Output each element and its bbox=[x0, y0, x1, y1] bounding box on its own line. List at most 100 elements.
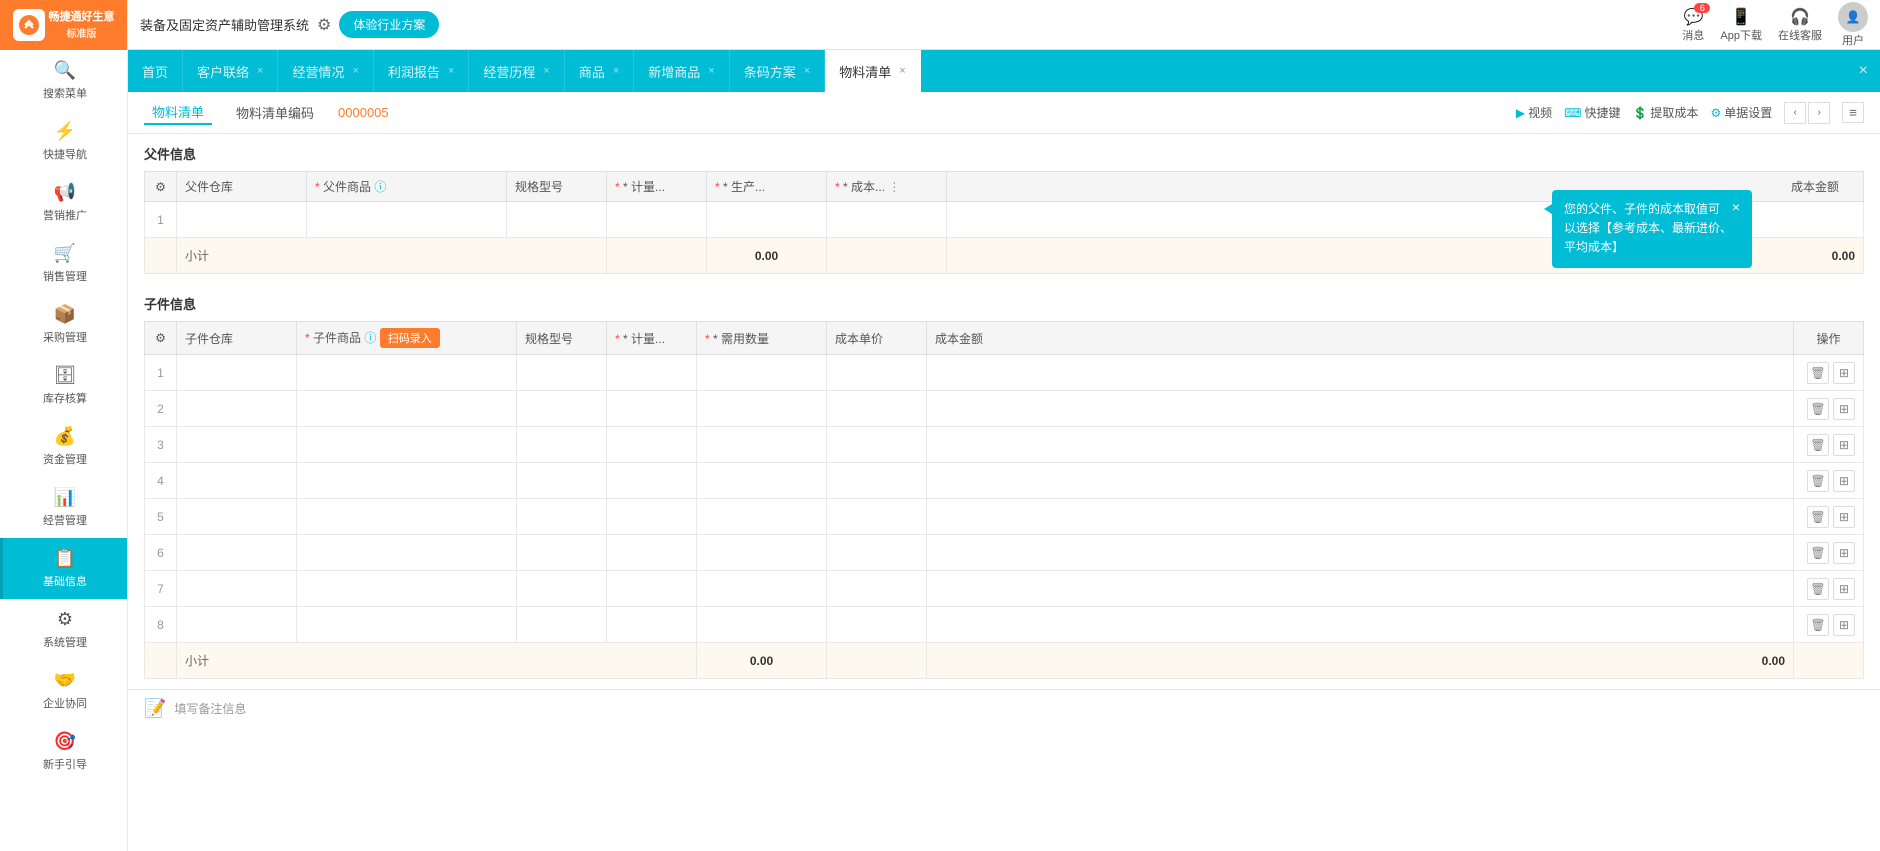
child-warehouse-cell-5[interactable] bbox=[177, 499, 297, 535]
delete-icon-1[interactable]: 🗑 bbox=[1807, 362, 1829, 384]
sidebar-item-marketing[interactable]: 📢 营销推广 bbox=[0, 172, 127, 233]
child-goods-cell-5[interactable] bbox=[297, 499, 517, 535]
extract-cost-action[interactable]: 💲 提取成本 bbox=[1632, 104, 1698, 121]
parent-warehouse-cell[interactable] bbox=[177, 202, 307, 238]
child-need-qty-cell-4[interactable] bbox=[697, 463, 827, 499]
hamburger-button[interactable]: ≡ bbox=[1842, 102, 1864, 123]
tab-barcode[interactable]: 条码方案 × bbox=[730, 50, 825, 92]
child-need-qty-cell-1[interactable] bbox=[697, 355, 827, 391]
delete-icon-5[interactable]: 🗑 bbox=[1807, 506, 1829, 528]
child-unit-cell-8[interactable] bbox=[607, 607, 697, 643]
child-unit-cost-cell-4[interactable] bbox=[827, 463, 927, 499]
tooltip-close-button[interactable]: × bbox=[1732, 200, 1740, 214]
child-warehouse-cell-7[interactable] bbox=[177, 571, 297, 607]
delete-icon-7[interactable]: 🗑 bbox=[1807, 578, 1829, 600]
child-warehouse-cell-1[interactable] bbox=[177, 355, 297, 391]
copy-icon-3[interactable]: ⊞ bbox=[1833, 434, 1855, 456]
child-need-qty-cell-6[interactable] bbox=[697, 535, 827, 571]
copy-icon-5[interactable]: ⊞ bbox=[1833, 506, 1855, 528]
sidebar-item-operation[interactable]: 📊 经营管理 bbox=[0, 477, 127, 538]
delete-icon-4[interactable]: 🗑 bbox=[1807, 470, 1829, 492]
child-need-qty-cell-2[interactable] bbox=[697, 391, 827, 427]
child-unit-cost-cell-1[interactable] bbox=[827, 355, 927, 391]
tab-new-goods-close[interactable]: × bbox=[708, 65, 714, 77]
view-action[interactable]: ▶ 视频 bbox=[1516, 104, 1552, 121]
child-goods-cell-3[interactable] bbox=[297, 427, 517, 463]
next-arrow[interactable]: › bbox=[1808, 102, 1830, 124]
parent-goods-cell[interactable] bbox=[307, 202, 507, 238]
copy-icon-1[interactable]: ⊞ bbox=[1833, 362, 1855, 384]
sidebar-item-basic[interactable]: 📋 基础信息 bbox=[0, 538, 127, 599]
tab-bom[interactable]: 物料清单 × bbox=[825, 50, 920, 92]
child-warehouse-cell-3[interactable] bbox=[177, 427, 297, 463]
sidebar-item-system[interactable]: ⚙ 系统管理 bbox=[0, 599, 127, 660]
child-unit-cost-cell-6[interactable] bbox=[827, 535, 927, 571]
child-spec-cell-7[interactable] bbox=[517, 571, 607, 607]
parent-unit-cell[interactable] bbox=[607, 202, 707, 238]
child-need-qty-cell-7[interactable] bbox=[697, 571, 827, 607]
tab-goods-close[interactable]: × bbox=[613, 65, 619, 77]
shortcut-action[interactable]: ⌨ 快捷键 bbox=[1564, 104, 1620, 121]
prev-arrow[interactable]: ‹ bbox=[1784, 102, 1806, 124]
child-spec-cell-1[interactable] bbox=[517, 355, 607, 391]
sub-tab-bom-list[interactable]: 物料清单 bbox=[144, 100, 212, 125]
tab-goods[interactable]: 商品 × bbox=[565, 50, 634, 92]
child-warehouse-cell-6[interactable] bbox=[177, 535, 297, 571]
parent-spec-cell[interactable] bbox=[507, 202, 607, 238]
tab-new-goods[interactable]: 新增商品 × bbox=[634, 50, 729, 92]
child-need-qty-cell-8[interactable] bbox=[697, 607, 827, 643]
trial-button[interactable]: 体验行业方案 bbox=[339, 11, 439, 38]
gear-button[interactable]: ⚙ bbox=[317, 15, 331, 35]
child-goods-cell-4[interactable] bbox=[297, 463, 517, 499]
child-unit-cell-1[interactable] bbox=[607, 355, 697, 391]
sidebar-item-guide[interactable]: 🎯 新手引导 bbox=[0, 721, 127, 782]
sidebar-item-enterprise[interactable]: 🤝 企业协同 bbox=[0, 660, 127, 721]
online-service-button[interactable]: 🎧 在线客服 bbox=[1778, 7, 1822, 43]
close-all-tabs[interactable]: × bbox=[1847, 62, 1880, 80]
copy-icon-2[interactable]: ⊞ bbox=[1833, 398, 1855, 420]
child-spec-cell-3[interactable] bbox=[517, 427, 607, 463]
sidebar-item-purchase[interactable]: 📦 采购管理 bbox=[0, 294, 127, 355]
sidebar-item-search[interactable]: 🔍 搜索菜单 bbox=[0, 50, 127, 111]
child-unit-cell-2[interactable] bbox=[607, 391, 697, 427]
parent-produce-cell[interactable] bbox=[707, 202, 827, 238]
delete-icon-6[interactable]: 🗑 bbox=[1807, 542, 1829, 564]
message-button[interactable]: 💬 6 消息 bbox=[1682, 7, 1704, 43]
tab-customer-close[interactable]: × bbox=[257, 65, 263, 77]
child-unit-cost-cell-3[interactable] bbox=[827, 427, 927, 463]
sidebar-item-sales[interactable]: 🛒 销售管理 bbox=[0, 233, 127, 294]
child-unit-cost-cell-2[interactable] bbox=[827, 391, 927, 427]
tab-home[interactable]: 首页 bbox=[128, 50, 183, 92]
sidebar-item-inventory[interactable]: 🗄 库存核算 bbox=[0, 355, 127, 416]
scan-button[interactable]: 扫码录入 bbox=[380, 328, 440, 348]
child-unit-cost-cell-5[interactable] bbox=[827, 499, 927, 535]
child-goods-cell-1[interactable] bbox=[297, 355, 517, 391]
user-avatar-button[interactable]: 👤 用户 bbox=[1838, 2, 1868, 48]
child-spec-cell-8[interactable] bbox=[517, 607, 607, 643]
child-unit-cell-5[interactable] bbox=[607, 499, 697, 535]
child-unit-cell-3[interactable] bbox=[607, 427, 697, 463]
single-settings-action[interactable]: ⚙ 单据设置 bbox=[1710, 104, 1772, 121]
copy-icon-8[interactable]: ⊞ bbox=[1833, 614, 1855, 636]
delete-icon-3[interactable]: 🗑 bbox=[1807, 434, 1829, 456]
child-need-qty-cell-5[interactable] bbox=[697, 499, 827, 535]
child-spec-cell-6[interactable] bbox=[517, 535, 607, 571]
child-warehouse-cell-4[interactable] bbox=[177, 463, 297, 499]
child-goods-cell-7[interactable] bbox=[297, 571, 517, 607]
tab-bom-close[interactable]: × bbox=[899, 65, 905, 77]
tab-operation-status-close[interactable]: × bbox=[352, 65, 358, 77]
delete-icon-8[interactable]: 🗑 bbox=[1807, 614, 1829, 636]
sidebar-item-finance[interactable]: 💰 资金管理 bbox=[0, 416, 127, 477]
child-spec-cell-2[interactable] bbox=[517, 391, 607, 427]
copy-icon-6[interactable]: ⊞ bbox=[1833, 542, 1855, 564]
child-need-qty-cell-3[interactable] bbox=[697, 427, 827, 463]
child-spec-cell-5[interactable] bbox=[517, 499, 607, 535]
child-goods-cell-6[interactable] bbox=[297, 535, 517, 571]
tab-operation-status[interactable]: 经营情况 × bbox=[278, 50, 373, 92]
child-spec-cell-4[interactable] bbox=[517, 463, 607, 499]
tab-history[interactable]: 经营历程 × bbox=[469, 50, 564, 92]
child-warehouse-cell-8[interactable] bbox=[177, 607, 297, 643]
tab-profit[interactable]: 利润报告 × bbox=[374, 50, 469, 92]
tab-customer[interactable]: 客户联络 × bbox=[183, 50, 278, 92]
child-warehouse-cell-2[interactable] bbox=[177, 391, 297, 427]
